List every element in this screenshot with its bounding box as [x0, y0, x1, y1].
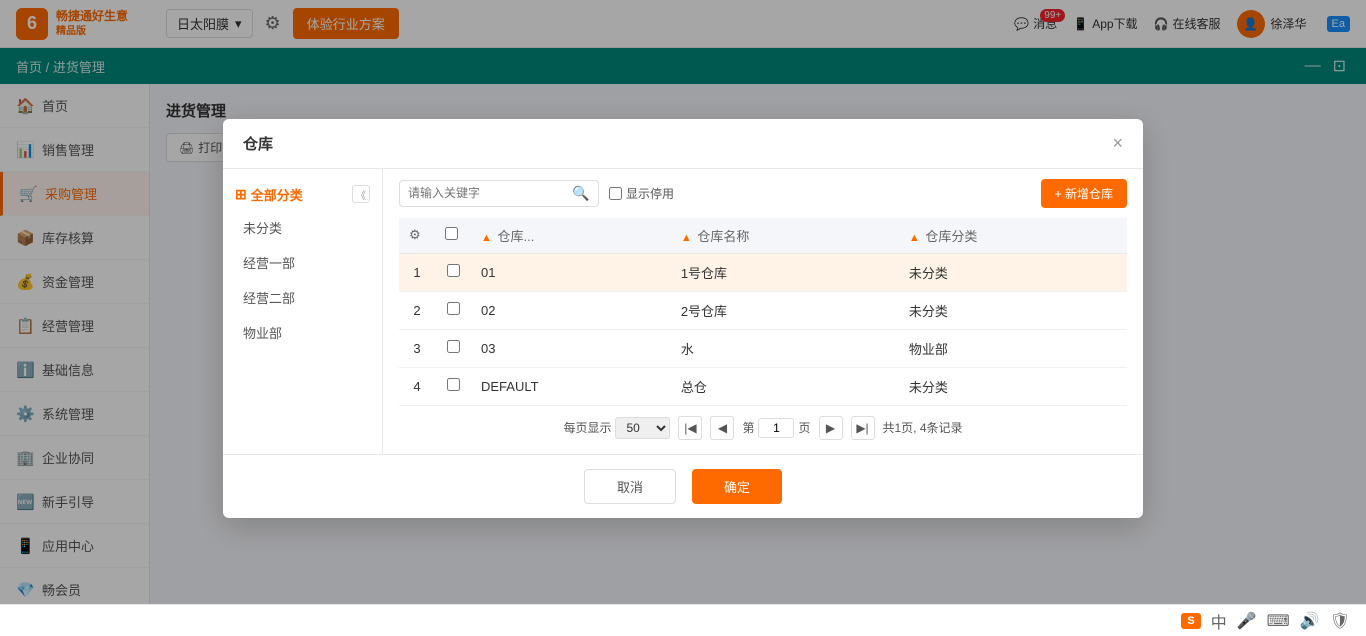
row-checkbox-1[interactable]: [447, 264, 460, 277]
td-code-2: 02: [471, 291, 671, 329]
th-code: ▲ 仓库...: [471, 218, 671, 254]
td-check: [435, 367, 471, 405]
modal-title: 仓库: [243, 133, 273, 154]
td-category-1: 未分类: [899, 253, 1127, 291]
td-name-4: 总仓: [671, 367, 899, 405]
th-check: [435, 218, 471, 254]
warehouse-modal: 仓库 × ⊞ 全部分类 《 未分类 经营一部 经营二部 物业部: [223, 119, 1143, 518]
td-actions: 3: [399, 329, 435, 367]
category-property[interactable]: 物业部: [223, 315, 382, 350]
td-check: [435, 329, 471, 367]
bottom-bar: S 中 🎤 ⌨ 🔊 🛡: [0, 604, 1366, 636]
page-input-area: 第 页: [742, 418, 810, 438]
td-code-4: DEFAULT: [471, 367, 671, 405]
category-dept2[interactable]: 经营二部: [223, 280, 382, 315]
cancel-btn[interactable]: 取消: [584, 469, 676, 504]
row-checkbox-4[interactable]: [447, 378, 460, 391]
table-row[interactable]: 1 01 1号仓库 未分类: [399, 253, 1127, 291]
search-box[interactable]: 🔍: [399, 180, 599, 207]
th-gear: ⚙: [399, 218, 435, 254]
grid-icon: ⊞: [235, 186, 247, 203]
show-disabled-checkbox[interactable]: [609, 187, 622, 200]
shield-icon: 🛡: [1330, 611, 1350, 631]
page-suffix: 页: [798, 419, 810, 436]
table-body: 1 01 1号仓库 未分类 2: [399, 253, 1127, 405]
td-name-2: 2号仓库: [671, 291, 899, 329]
volume-icon: 🔊: [1300, 611, 1320, 631]
category-uncategorized[interactable]: 未分类: [223, 210, 382, 245]
show-disabled-label: 显示停用: [626, 185, 674, 202]
th-name: ▲ 仓库名称: [671, 218, 899, 254]
mic-icon: 🎤: [1237, 611, 1257, 631]
confirm-btn[interactable]: 确定: [692, 469, 782, 504]
td-category-4: 未分类: [899, 367, 1127, 405]
modal-footer: 取消 确定: [223, 454, 1143, 518]
page-number-input[interactable]: [758, 418, 794, 438]
td-actions: 4: [399, 367, 435, 405]
sort-code-icon: ▲: [481, 232, 492, 244]
select-all-checkbox[interactable]: [445, 227, 458, 240]
next-page-btn[interactable]: ▶: [819, 416, 843, 440]
modal-overlay: 仓库 × ⊞ 全部分类 《 未分类 经营一部 经营二部 物业部: [0, 0, 1366, 636]
bottom-chinese-label: 中: [1211, 609, 1227, 633]
th-category: ▲ 仓库分类: [899, 218, 1127, 254]
td-name-1: 1号仓库: [671, 253, 899, 291]
td-check: [435, 291, 471, 329]
search-icon[interactable]: 🔍: [572, 185, 589, 202]
keyboard-icon: ⌨: [1267, 611, 1290, 631]
table-panel: 🔍 显示停用 + 新增仓库 ⚙: [383, 169, 1143, 454]
page-label: 第: [742, 419, 754, 436]
td-category-2: 未分类: [899, 291, 1127, 329]
page-size-area: 每页显示 50 20 100: [563, 417, 670, 439]
modal-close-btn[interactable]: ×: [1112, 134, 1123, 152]
table-row[interactable]: 2 02 2号仓库 未分类: [399, 291, 1127, 329]
td-code-1: 01: [471, 253, 671, 291]
table-toolbar: 🔍 显示停用 + 新增仓库: [399, 179, 1127, 208]
all-categories-label: 全部分类: [251, 185, 303, 204]
show-disabled-area: 显示停用: [609, 185, 674, 202]
td-actions: 1: [399, 253, 435, 291]
sort-cat-icon: ▲: [909, 232, 920, 244]
modal-body: ⊞ 全部分类 《 未分类 经营一部 经营二部 物业部 🔍: [223, 169, 1143, 454]
search-input[interactable]: [408, 186, 568, 200]
category-panel: ⊞ 全部分类 《 未分类 经营一部 经营二部 物业部: [223, 169, 383, 454]
table-container: ⚙ ▲ 仓库... ▲ 仓库名称: [399, 218, 1127, 406]
td-category-3: 物业部: [899, 329, 1127, 367]
first-page-btn[interactable]: |◀: [678, 416, 702, 440]
table-head: ⚙ ▲ 仓库... ▲ 仓库名称: [399, 218, 1127, 254]
sort-name-icon: ▲: [681, 232, 692, 244]
last-page-btn[interactable]: ▶|: [851, 416, 875, 440]
bottom-logo: S: [1181, 613, 1200, 629]
td-name-3: 水: [671, 329, 899, 367]
warehouse-table: ⚙ ▲ 仓库... ▲ 仓库名称: [399, 218, 1127, 406]
table-header-row: ⚙ ▲ 仓库... ▲ 仓库名称: [399, 218, 1127, 254]
td-check: [435, 253, 471, 291]
per-page-label: 每页显示: [563, 419, 611, 436]
category-dept1[interactable]: 经营一部: [223, 245, 382, 280]
td-actions: 2: [399, 291, 435, 329]
add-warehouse-btn[interactable]: + 新增仓库: [1041, 179, 1127, 208]
row-checkbox-2[interactable]: [447, 302, 460, 315]
all-categories-item[interactable]: ⊞ 全部分类 《: [223, 179, 382, 210]
prev-page-btn[interactable]: ◀: [710, 416, 734, 440]
row-checkbox-3[interactable]: [447, 340, 460, 353]
per-page-select[interactable]: 50 20 100: [615, 417, 670, 439]
td-code-3: 03: [471, 329, 671, 367]
pagination-bar: 每页显示 50 20 100 |◀ ◀ 第 页 ▶: [399, 406, 1127, 444]
modal-header: 仓库 ×: [223, 119, 1143, 169]
total-info: 共1页, 4条记录: [883, 419, 963, 436]
table-row[interactable]: 4 DEFAULT 总仓 未分类: [399, 367, 1127, 405]
collapse-btn[interactable]: 《: [352, 185, 370, 203]
table-row[interactable]: 3 03 水 物业部: [399, 329, 1127, 367]
